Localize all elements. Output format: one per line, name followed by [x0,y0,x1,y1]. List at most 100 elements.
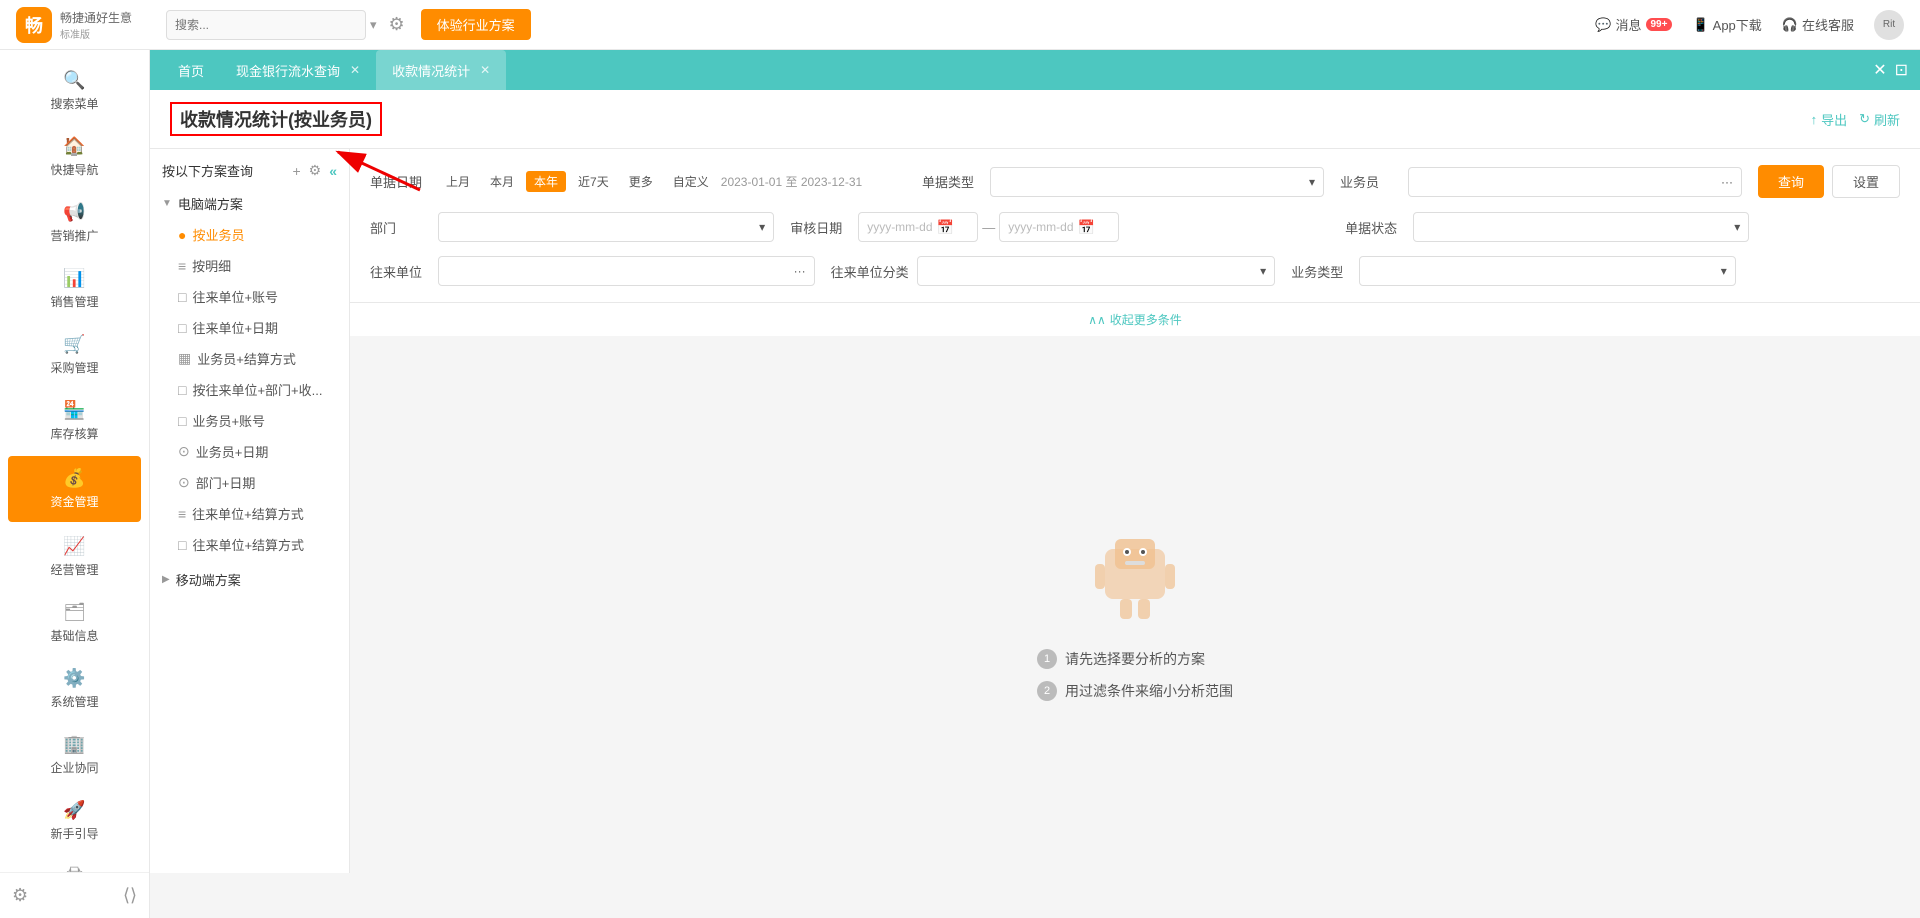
filter-doctype-item: 单据类型 ▾ [922,167,1324,197]
date-tab-7days[interactable]: 近7天 [570,171,617,192]
app-download-button[interactable]: 📱 App下载 [1692,15,1761,34]
user-avatar[interactable]: Rit [1874,10,1904,40]
chevron-down-icon: ▾ [1260,264,1266,278]
scheme-item-salesman-acct[interactable]: □ 业务员+账号 [150,405,349,436]
page-header-actions: ↑ 导出 ↻ 刷新 [1811,110,1900,129]
partner-label: 往来单位 [370,262,430,281]
date-tab-this-month[interactable]: 本月 [482,171,522,192]
page-header: 收款情况统计(按业务员) ↑ 导出 ↻ 刷新 [150,90,1920,149]
tab-bank-flow[interactable]: 现金银行流水查询 ✕ [220,50,376,90]
dept-select[interactable]: ▾ [438,212,774,242]
sidebar-nav: 🔍 搜索菜单 🏠 快捷导航 📢 营销推广 📊 销售管理 🛒 采购管 [0,50,149,872]
doctype-label: 单据类型 [922,172,982,191]
collapse-button[interactable]: ∧∧ 收起更多条件 [350,303,1920,336]
chevron-right-icon: ▶ [162,574,170,585]
review-date-from[interactable]: yyyy-mm-dd 📅 [858,212,978,242]
date-label: 单据日期 [370,172,430,191]
doctype-select[interactable]: ▾ [990,167,1324,197]
sidebar-item-guide[interactable]: 🚀 新手引导 [0,788,149,854]
date-tab-more[interactable]: 更多 [621,171,661,192]
empty-tips: 1 请先选择要分析的方案 2 用过滤条件来缩小分析范围 [1037,649,1233,701]
settings-bottom-icon[interactable]: ⚙ [12,885,28,906]
tab-collection-stats[interactable]: 收款情况统计 ✕ [376,50,506,90]
empty-tip-1: 1 请先选择要分析的方案 [1037,649,1233,669]
company-icon: 🏢 [63,734,85,755]
sidebar-item-sales[interactable]: 📊 销售管理 [0,256,149,322]
date-tab-custom[interactable]: 自定义 [665,171,717,192]
sidebar-item-company[interactable]: 🏢 企业协同 [0,722,149,788]
content-area: 首页 现金银行流水查询 ✕ 收款情况统计 ✕ ✕ ⊡ 收款情况统计(按业务员) [150,50,1920,918]
export-icon: ↑ [1811,112,1818,127]
sidebar-item-system[interactable]: ⚙️ 系统管理 [0,656,149,722]
date-tab-last-month[interactable]: 上月 [438,171,478,192]
partner-cat-select[interactable]: ▾ [917,256,1276,286]
docstatus-select[interactable]: ▾ [1413,212,1749,242]
messages-button[interactable]: 💬 消息 99+ [1595,15,1672,34]
online-service-button[interactable]: 🎧 在线客服 [1782,15,1854,34]
scheme-item-dept-date[interactable]: ⊙ 部门+日期 [150,467,349,498]
sidebar-item-marketing[interactable]: 📢 营销推广 [0,190,149,256]
search-input[interactable] [166,10,366,40]
marketing-icon: 📢 [63,202,85,223]
tab-close-collection[interactable]: ✕ [480,63,490,77]
scheme-item-by-salesman[interactable]: ● 按业务员 [150,219,349,250]
scheme-item-partner-dept[interactable]: □ 按往来单位+部门+收... [150,374,349,405]
scheme-collapse-icon[interactable]: « [329,163,337,179]
scheme-item-partner-settle1[interactable]: ≡ 往来单位+结算方式 [150,498,349,529]
review-date-control: yyyy-mm-dd 📅 — yyyy-mm-dd 📅 [858,212,1329,242]
scheme-header: 按以下方案查询 + ⚙ « [150,161,349,180]
sidebar-item-finance[interactable]: 💰 资金管理 [8,456,141,522]
biztype-select[interactable]: ▾ [1359,256,1736,286]
filter-btn-group: 查询 设置 [1758,165,1900,198]
app-logo: 畅 [16,7,52,43]
purchase-icon: 🛒 [63,334,85,355]
partner-select[interactable]: ··· [438,256,815,286]
filter-date-item: 单据日期 上月 本月 本年 近7天 更多 自定义 [370,171,906,192]
scheme-panel: 按以下方案查询 + ⚙ « ▼ 电脑端方案 ● 按业务员 [150,149,350,873]
date-tab-this-year[interactable]: 本年 [526,171,566,192]
scheme-item-by-detail[interactable]: ≡ 按明细 [150,250,349,281]
trial-button[interactable]: 体验行业方案 [421,9,531,40]
scheme-item-partner-account[interactable]: □ 往来单位+账号 [150,281,349,312]
sidebar-item-shortcuts[interactable]: 🏠 快捷导航 [0,124,149,190]
sidebar-item-inventory[interactable]: 🏪 库存核算 [0,388,149,454]
filter-docstatus-item: 单据状态 ▾ [1345,212,1749,242]
refresh-button[interactable]: ↻ 刷新 [1859,110,1900,129]
query-button[interactable]: 查询 [1758,165,1824,198]
settings-button[interactable]: 设置 [1832,165,1900,198]
logo-area: 畅 畅捷通好生意 标准版 [16,7,166,43]
scheme-settings-icon[interactable]: ⚙ [309,162,322,179]
scheme-item-salesman-date[interactable]: ⊙ 业务员+日期 [150,436,349,467]
sidebar-item-purchase[interactable]: 🛒 采购管理 [0,322,149,388]
filter-dept-item: 部门 ▾ [370,212,774,242]
filter-row-2: 部门 ▾ 审核日期 yyyy-mm-dd [370,212,1900,242]
gear-icon[interactable]: ⚙ [389,14,405,35]
dropdown-icon[interactable]: ▾ [370,17,377,33]
close-window-icon[interactable]: ✕ [1873,60,1886,80]
filter-biztype-item: 业务类型 ▾ [1291,256,1736,286]
date-tabs: 上月 本月 本年 近7天 更多 自定义 [438,171,717,192]
sidebar-item-operations[interactable]: 📈 经营管理 [0,524,149,590]
partner-cat-label: 往来单位分类 [831,262,909,281]
main-layout: 🔍 搜索菜单 🏠 快捷导航 📢 营销推广 📊 销售管理 🛒 采购管 [0,50,1920,918]
top-bar: 畅 畅捷通好生意 标准版 ▾ ⚙ 体验行业方案 💬 消息 99+ 📱 App下载… [0,0,1920,50]
chevron-down-icon: ▾ [1309,175,1315,189]
collapse-sidebar-icon[interactable]: ⟨⟩ [123,885,137,906]
scheme-add-icon[interactable]: + [292,163,300,179]
maximize-icon[interactable]: ⊡ [1895,60,1908,80]
tab-home[interactable]: 首页 [162,50,220,90]
scheme-item-partner-date[interactable]: □ 往来单位+日期 [150,312,349,343]
scheme-group-pc-header[interactable]: ▼ 电脑端方案 [150,188,349,219]
tab-close-bank[interactable]: ✕ [350,63,360,77]
scheme-item-salesman-payment[interactable]: ▦ 业务员+结算方式 [150,343,349,374]
review-date-to[interactable]: yyyy-mm-dd 📅 [999,212,1119,242]
sidebar-item-basic[interactable]: 🗂 基础信息 [0,590,149,656]
scheme-group-mobile-header[interactable]: ▶ 移动端方案 [150,564,349,595]
calendar-icon: 📅 [937,219,954,236]
salesman-select[interactable]: ··· [1408,167,1742,197]
home-icon: 🏠 [63,136,85,157]
export-button[interactable]: ↑ 导出 [1811,110,1848,129]
scheme-item-partner-settle2[interactable]: □ 往来单位+结算方式 [150,529,349,560]
sidebar-item-search[interactable]: 🔍 搜索菜单 [0,58,149,124]
sidebar-item-hardware[interactable]: 🖨 智能硬件 [0,854,149,872]
